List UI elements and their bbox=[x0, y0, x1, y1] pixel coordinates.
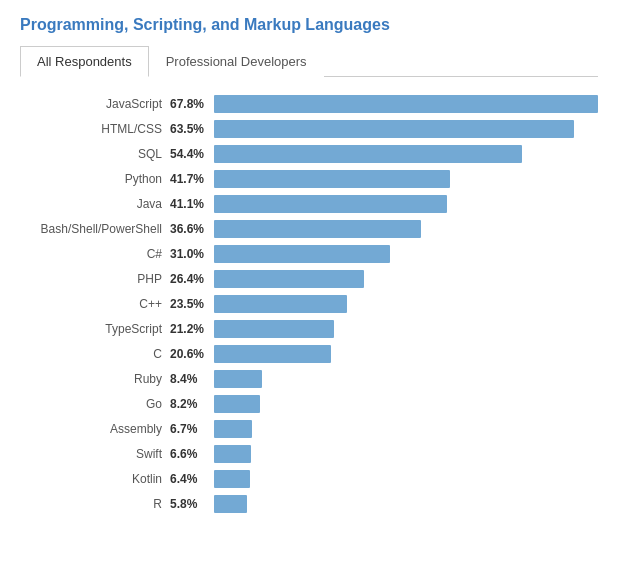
bar-pct-label: 41.7% bbox=[170, 172, 208, 186]
tab-all-respondents[interactable]: All Respondents bbox=[20, 46, 149, 77]
bar-label: PHP bbox=[30, 272, 170, 286]
bar-track bbox=[214, 95, 598, 113]
bar-label: C# bbox=[30, 247, 170, 261]
bar-label: Assembly bbox=[30, 422, 170, 436]
bar-pct-label: 41.1% bbox=[170, 197, 208, 211]
bar-track bbox=[214, 120, 598, 138]
bar-track bbox=[214, 420, 598, 438]
bar-chart: JavaScript67.8%HTML/CSS63.5%SQL54.4%Pyth… bbox=[20, 95, 598, 513]
bar-row: Python41.7% bbox=[30, 170, 598, 188]
bar-fill bbox=[214, 170, 450, 188]
bar-fill bbox=[214, 395, 260, 413]
bar-pct-label: 23.5% bbox=[170, 297, 208, 311]
bar-pct-label: 26.4% bbox=[170, 272, 208, 286]
page-title: Programming, Scripting, and Markup Langu… bbox=[20, 16, 598, 34]
bar-fill bbox=[214, 195, 447, 213]
bar-track bbox=[214, 320, 598, 338]
bar-row: Ruby8.4% bbox=[30, 370, 598, 388]
bar-label: R bbox=[30, 497, 170, 511]
bar-track bbox=[214, 395, 598, 413]
bar-pct-label: 20.6% bbox=[170, 347, 208, 361]
bar-fill bbox=[214, 445, 251, 463]
bar-row: PHP26.4% bbox=[30, 270, 598, 288]
bar-row: C#31.0% bbox=[30, 245, 598, 263]
bar-row: JavaScript67.8% bbox=[30, 95, 598, 113]
bar-pct-label: 21.2% bbox=[170, 322, 208, 336]
bar-label: Python bbox=[30, 172, 170, 186]
bar-row: Java41.1% bbox=[30, 195, 598, 213]
bar-row: TypeScript21.2% bbox=[30, 320, 598, 338]
bar-track bbox=[214, 170, 598, 188]
bar-label: SQL bbox=[30, 147, 170, 161]
bar-fill bbox=[214, 320, 334, 338]
bar-label: Ruby bbox=[30, 372, 170, 386]
bar-row: C++23.5% bbox=[30, 295, 598, 313]
bar-fill bbox=[214, 95, 598, 113]
bar-row: Go8.2% bbox=[30, 395, 598, 413]
bar-track bbox=[214, 345, 598, 363]
bar-fill bbox=[214, 370, 262, 388]
bar-pct-label: 6.4% bbox=[170, 472, 208, 486]
bar-track bbox=[214, 220, 598, 238]
tab-bar: All Respondents Professional Developers bbox=[20, 46, 598, 77]
bar-label: C bbox=[30, 347, 170, 361]
bar-fill bbox=[214, 420, 252, 438]
bar-track bbox=[214, 195, 598, 213]
bar-row: Assembly6.7% bbox=[30, 420, 598, 438]
bar-label: HTML/CSS bbox=[30, 122, 170, 136]
bar-pct-label: 6.7% bbox=[170, 422, 208, 436]
bar-track bbox=[214, 470, 598, 488]
bar-pct-label: 6.6% bbox=[170, 447, 208, 461]
bar-pct-label: 5.8% bbox=[170, 497, 208, 511]
bar-pct-label: 31.0% bbox=[170, 247, 208, 261]
bar-track bbox=[214, 370, 598, 388]
bar-row: Swift6.6% bbox=[30, 445, 598, 463]
bar-fill bbox=[214, 270, 364, 288]
bar-pct-label: 54.4% bbox=[170, 147, 208, 161]
bar-pct-label: 8.2% bbox=[170, 397, 208, 411]
bar-fill bbox=[214, 245, 390, 263]
bar-pct-label: 67.8% bbox=[170, 97, 208, 111]
bar-pct-label: 8.4% bbox=[170, 372, 208, 386]
bar-fill bbox=[214, 470, 250, 488]
bar-label: Kotlin bbox=[30, 472, 170, 486]
bar-label: JavaScript bbox=[30, 97, 170, 111]
tab-professional-developers[interactable]: Professional Developers bbox=[149, 46, 324, 77]
bar-pct-label: 63.5% bbox=[170, 122, 208, 136]
bar-pct-label: 36.6% bbox=[170, 222, 208, 236]
bar-row: HTML/CSS63.5% bbox=[30, 120, 598, 138]
bar-fill bbox=[214, 295, 347, 313]
bar-row: R5.8% bbox=[30, 495, 598, 513]
bar-row: SQL54.4% bbox=[30, 145, 598, 163]
bar-label: C++ bbox=[30, 297, 170, 311]
bar-track bbox=[214, 245, 598, 263]
bar-label: Bash/Shell/PowerShell bbox=[30, 222, 170, 236]
bar-label: Go bbox=[30, 397, 170, 411]
bar-fill bbox=[214, 220, 421, 238]
bar-row: Bash/Shell/PowerShell36.6% bbox=[30, 220, 598, 238]
bar-fill bbox=[214, 495, 247, 513]
bar-label: Swift bbox=[30, 447, 170, 461]
bar-label: Java bbox=[30, 197, 170, 211]
bar-label: TypeScript bbox=[30, 322, 170, 336]
bar-row: Kotlin6.4% bbox=[30, 470, 598, 488]
bar-fill bbox=[214, 345, 331, 363]
bar-track bbox=[214, 145, 598, 163]
bar-fill bbox=[214, 120, 574, 138]
bar-track bbox=[214, 295, 598, 313]
bar-row: C20.6% bbox=[30, 345, 598, 363]
bar-fill bbox=[214, 145, 522, 163]
bar-track bbox=[214, 445, 598, 463]
bar-track bbox=[214, 495, 598, 513]
bar-track bbox=[214, 270, 598, 288]
